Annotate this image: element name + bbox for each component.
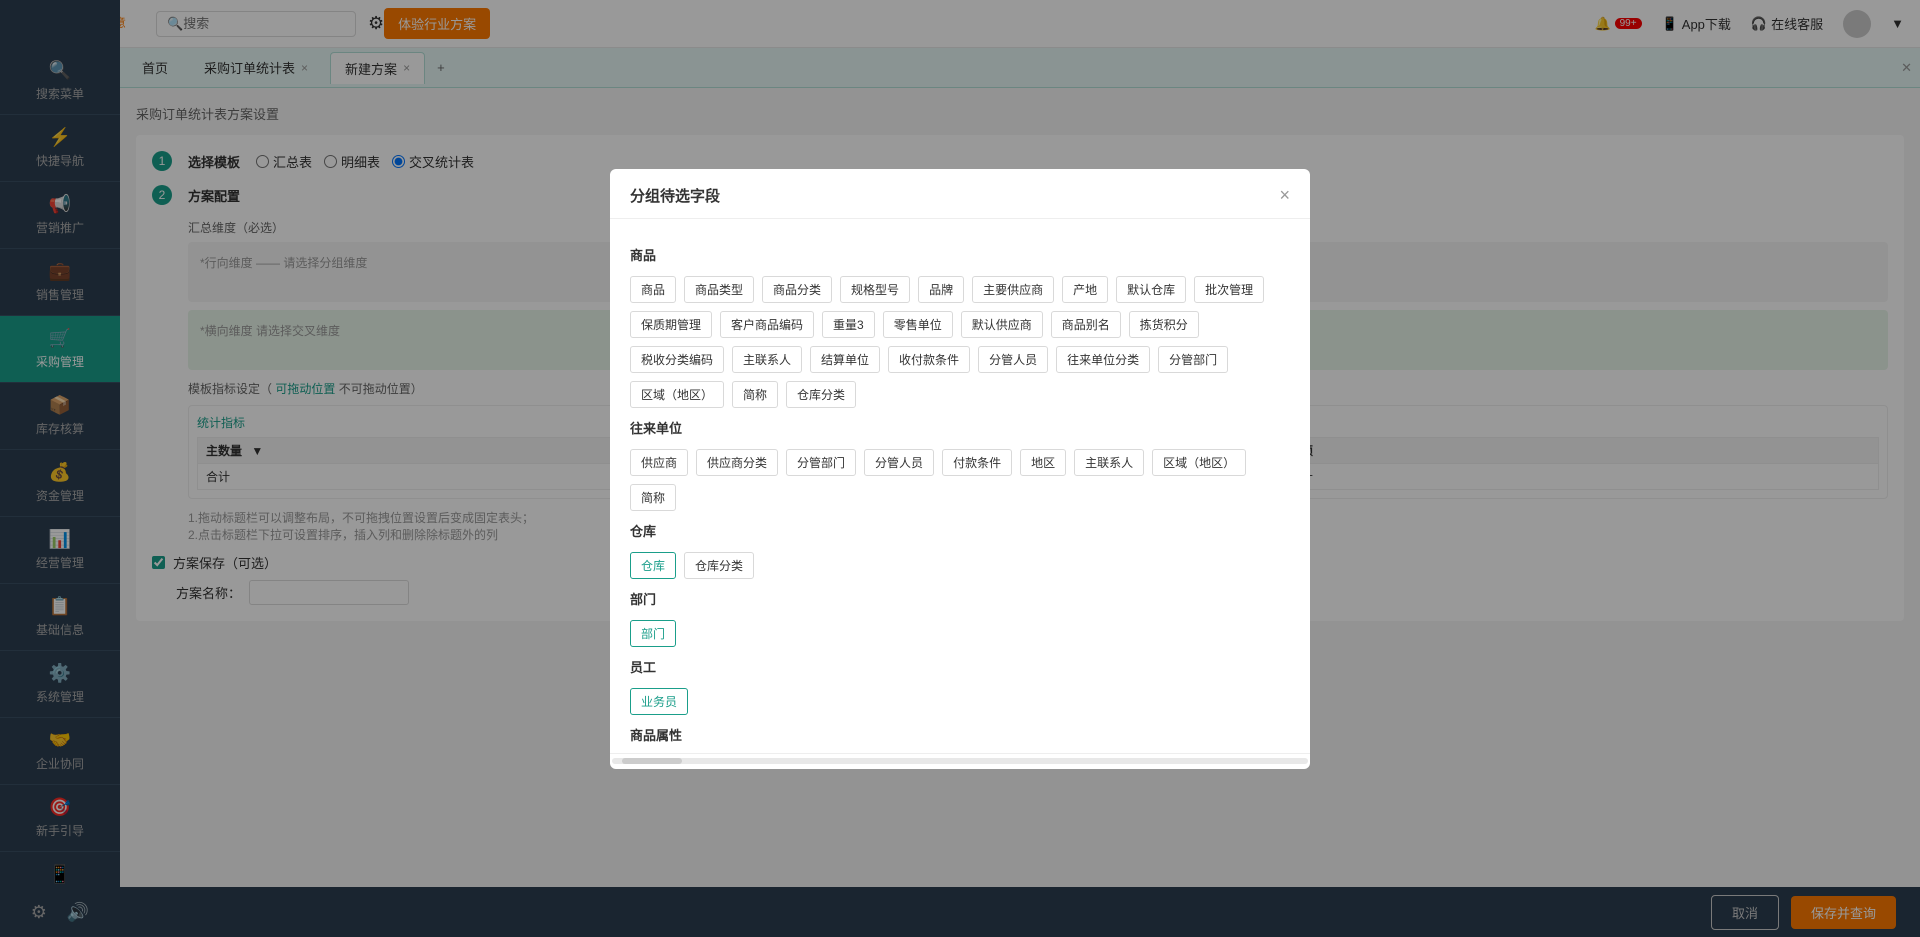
field-tag[interactable]: 供应商分类 bbox=[696, 449, 778, 476]
field-grid-employee: 业务员 bbox=[630, 688, 1290, 715]
field-grid-partner: 供应商供应商分类分管部门分管人员付款条件地区主联系人区域（地区） 简称 bbox=[630, 449, 1290, 511]
field-tag[interactable]: 主要供应商 bbox=[972, 276, 1054, 303]
field-tag[interactable]: 结算单位 bbox=[810, 346, 880, 373]
section-title-product-attr: 商品属性 bbox=[630, 725, 1290, 748]
field-tag[interactable]: 主联系人 bbox=[732, 346, 802, 373]
section-title-employee: 员工 bbox=[630, 657, 1290, 680]
field-tag[interactable]: 往来单位分类 bbox=[1056, 346, 1150, 373]
field-tag[interactable]: 付款条件 bbox=[942, 449, 1012, 476]
field-tag[interactable]: 分管部门 bbox=[1158, 346, 1228, 373]
field-grid-warehouse: 仓库仓库分类 bbox=[630, 552, 1290, 579]
field-tag[interactable]: 简称 bbox=[630, 484, 676, 511]
modal-title: 分组待选字段 bbox=[630, 185, 720, 206]
field-tag[interactable]: 收付款条件 bbox=[888, 346, 970, 373]
section-title-partner: 往来单位 bbox=[630, 418, 1290, 441]
modal-dialog: 分组待选字段 × 商品商品商品类型商品分类规格型号品牌主要供应商产地默认仓库批次… bbox=[610, 169, 1310, 769]
field-tag[interactable]: 地区 bbox=[1020, 449, 1066, 476]
section-title-department: 部门 bbox=[630, 589, 1290, 612]
field-grid-department: 部门 bbox=[630, 620, 1290, 647]
field-tag[interactable]: 默认仓库 bbox=[1116, 276, 1186, 303]
field-tag[interactable]: 商品分类 bbox=[762, 276, 832, 303]
field-tag[interactable]: 简称 bbox=[732, 381, 778, 408]
scrollbar-track bbox=[612, 758, 1308, 764]
field-tag[interactable]: 仓库 bbox=[630, 552, 676, 579]
field-tag[interactable]: 品牌 bbox=[918, 276, 964, 303]
modal-horizontal-scrollbar[interactable] bbox=[610, 753, 1310, 768]
section-title-warehouse: 仓库 bbox=[630, 521, 1290, 544]
field-tag[interactable]: 商品别名 bbox=[1051, 311, 1121, 338]
field-tag[interactable]: 主联系人 bbox=[1074, 449, 1144, 476]
field-tag[interactable]: 客户商品编码 bbox=[720, 311, 814, 338]
modal-header: 分组待选字段 × bbox=[610, 169, 1310, 219]
field-tag[interactable]: 规格型号 bbox=[840, 276, 910, 303]
modal-close-button[interactable]: × bbox=[1279, 185, 1290, 206]
field-tag[interactable]: 默认供应商 bbox=[961, 311, 1043, 338]
field-tag[interactable]: 分管人员 bbox=[864, 449, 934, 476]
field-tag[interactable]: 仓库分类 bbox=[786, 381, 856, 408]
field-grid-goods: 商品商品类型商品分类规格型号品牌主要供应商产地默认仓库批次管理保质期管理客户商品… bbox=[630, 276, 1290, 408]
field-tag[interactable]: 商品 bbox=[630, 276, 676, 303]
field-tag[interactable]: 商品类型 bbox=[684, 276, 754, 303]
field-tag[interactable]: 区域（地区） bbox=[1152, 449, 1246, 476]
field-tag[interactable]: 批次管理 bbox=[1194, 276, 1264, 303]
section-title-goods: 商品 bbox=[630, 245, 1290, 268]
field-tag[interactable]: 业务员 bbox=[630, 688, 688, 715]
field-tag[interactable]: 零售单位 bbox=[883, 311, 953, 338]
field-tag[interactable]: 供应商 bbox=[630, 449, 688, 476]
field-tag[interactable]: 税收分类编码 bbox=[630, 346, 724, 373]
field-tag[interactable]: 分管部门 bbox=[786, 449, 856, 476]
field-tag[interactable]: 仓库分类 bbox=[684, 552, 754, 579]
field-tag[interactable]: 拣货积分 bbox=[1129, 311, 1199, 338]
scrollbar-thumb bbox=[622, 758, 682, 764]
modal-body: 商品商品商品类型商品分类规格型号品牌主要供应商产地默认仓库批次管理保质期管理客户… bbox=[610, 219, 1310, 754]
field-tag[interactable]: 区域（地区） bbox=[630, 381, 724, 408]
field-tag[interactable]: 部门 bbox=[630, 620, 676, 647]
field-tag[interactable]: 保质期管理 bbox=[630, 311, 712, 338]
field-tag[interactable]: 重量3 bbox=[822, 311, 875, 338]
field-tag[interactable]: 分管人员 bbox=[978, 346, 1048, 373]
field-tag[interactable]: 产地 bbox=[1062, 276, 1108, 303]
